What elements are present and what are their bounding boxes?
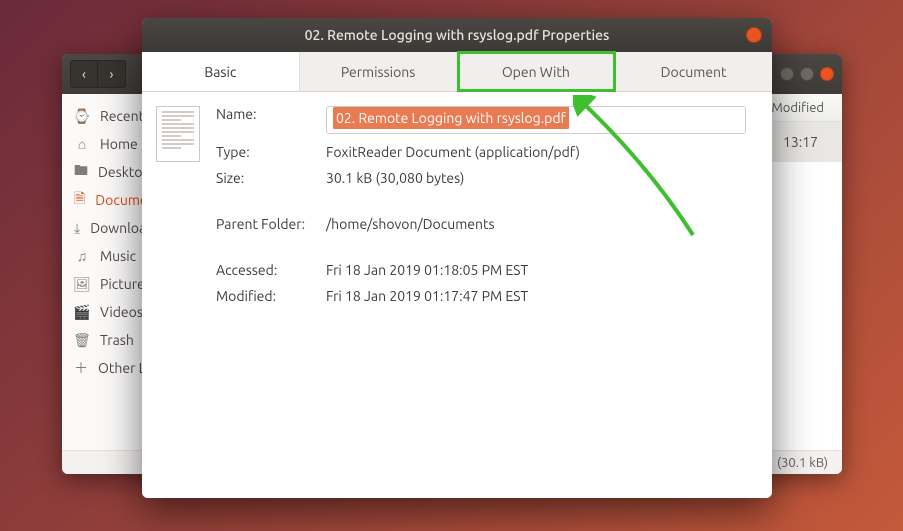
label-modified: Modified: — [216, 288, 326, 304]
filename-input[interactable]: 02. Remote Logging with rsyslog.pdf — [326, 106, 746, 134]
sidebar-item-label: Trash — [100, 332, 134, 348]
download-icon: ⤓ — [74, 220, 80, 236]
column-header-modified[interactable]: Modified — [771, 101, 824, 115]
video-icon: 🎬 — [74, 304, 90, 320]
sidebar-item-music[interactable]: ♫ Music — [62, 242, 153, 270]
basic-tab-panel: Name: 02. Remote Logging with rsyslog.pd… — [142, 92, 772, 498]
chevron-left-icon: ‹ — [82, 66, 86, 82]
value-modified: Fri 18 Jan 2019 01:17:47 PM EST — [326, 288, 754, 304]
desktop-icon: 🖿 — [74, 164, 88, 180]
trash-icon: 🗑 — [74, 332, 90, 348]
tab-label: Open With — [502, 64, 570, 80]
dialog-title: 02. Remote Logging with rsyslog.pdf Prop… — [168, 27, 746, 43]
places-sidebar: ⌚ Recent ⌂ Home 🖿Desktop 🗎Documents ⤓Downl… — [62, 94, 154, 450]
sidebar-item-label: Videos — [100, 304, 143, 320]
tab-label: Document — [661, 64, 727, 80]
sidebar-item-label: Music — [100, 248, 136, 264]
value-type: FoxitReader Document (application/pdf) — [326, 144, 754, 160]
filename-selected-text: 02. Remote Logging with rsyslog.pdf — [333, 107, 569, 129]
tab-label: Permissions — [341, 64, 415, 80]
dialog-titlebar: 02. Remote Logging with rsyslog.pdf Prop… — [142, 18, 772, 52]
sidebar-item-downloads[interactable]: ⤓Downloads — [62, 214, 153, 242]
nav-back-button[interactable]: ‹ — [70, 60, 98, 88]
sidebar-item-pictures[interactable]: 🖼Pictures — [62, 270, 153, 298]
tab-basic[interactable]: Basic — [142, 52, 300, 91]
home-icon: ⌂ — [74, 136, 90, 152]
file-modified-time: 13:17 — [783, 134, 818, 150]
chevron-right-icon: › — [110, 66, 114, 82]
sidebar-item-videos[interactable]: 🎬 Videos — [62, 298, 153, 326]
label-parent-folder: Parent Folder: — [216, 216, 326, 232]
sidebar-item-label: Home — [100, 136, 138, 152]
label-type: Type: — [216, 144, 326, 160]
clock-icon: ⌚ — [74, 108, 90, 124]
dialog-close-button[interactable] — [746, 27, 762, 43]
label-size: Size: — [216, 170, 326, 186]
properties-grid: Name: 02. Remote Logging with rsyslog.pd… — [216, 106, 754, 484]
window-controls — [780, 67, 834, 81]
sidebar-item-recent[interactable]: ⌚ Recent — [62, 102, 153, 130]
window-maximize-button[interactable] — [800, 67, 814, 81]
value-parent-folder: /home/shovon/Documents — [326, 216, 754, 232]
sidebar-item-other-locations[interactable]: ＋Other Locations — [62, 354, 153, 382]
nav-forward-button[interactable]: › — [98, 60, 126, 88]
document-icon: 🗎 — [74, 192, 85, 208]
sidebar-item-home[interactable]: ⌂ Home — [62, 130, 153, 158]
value-size: 30.1 kB (30,080 bytes) — [326, 170, 754, 186]
label-accessed: Accessed: — [216, 262, 326, 278]
tab-document[interactable]: Document — [615, 52, 772, 91]
window-close-button[interactable] — [820, 67, 834, 81]
sidebar-item-trash[interactable]: 🗑 Trash — [62, 326, 153, 354]
window-minimize-button[interactable] — [780, 67, 794, 81]
status-size: (30.1 kB) — [777, 456, 828, 470]
music-icon: ♫ — [74, 248, 90, 264]
value-accessed: Fri 18 Jan 2019 01:18:05 PM EST — [326, 262, 754, 278]
tab-bar: Basic Permissions Open With Document — [142, 52, 772, 92]
tab-open-with[interactable]: Open With — [458, 52, 616, 91]
sidebar-item-label: Recent — [100, 108, 144, 124]
label-name: Name: — [216, 106, 326, 134]
tab-label: Basic — [204, 64, 236, 80]
image-icon: 🖼 — [74, 276, 90, 292]
sidebar-item-documents[interactable]: 🗎Documents — [62, 186, 153, 214]
sidebar-item-desktop[interactable]: 🖿Desktop — [62, 158, 153, 186]
file-thumbnail[interactable] — [156, 106, 200, 162]
plus-icon: ＋ — [74, 360, 88, 376]
tab-permissions[interactable]: Permissions — [300, 52, 458, 91]
properties-dialog: 02. Remote Logging with rsyslog.pdf Prop… — [142, 18, 772, 498]
